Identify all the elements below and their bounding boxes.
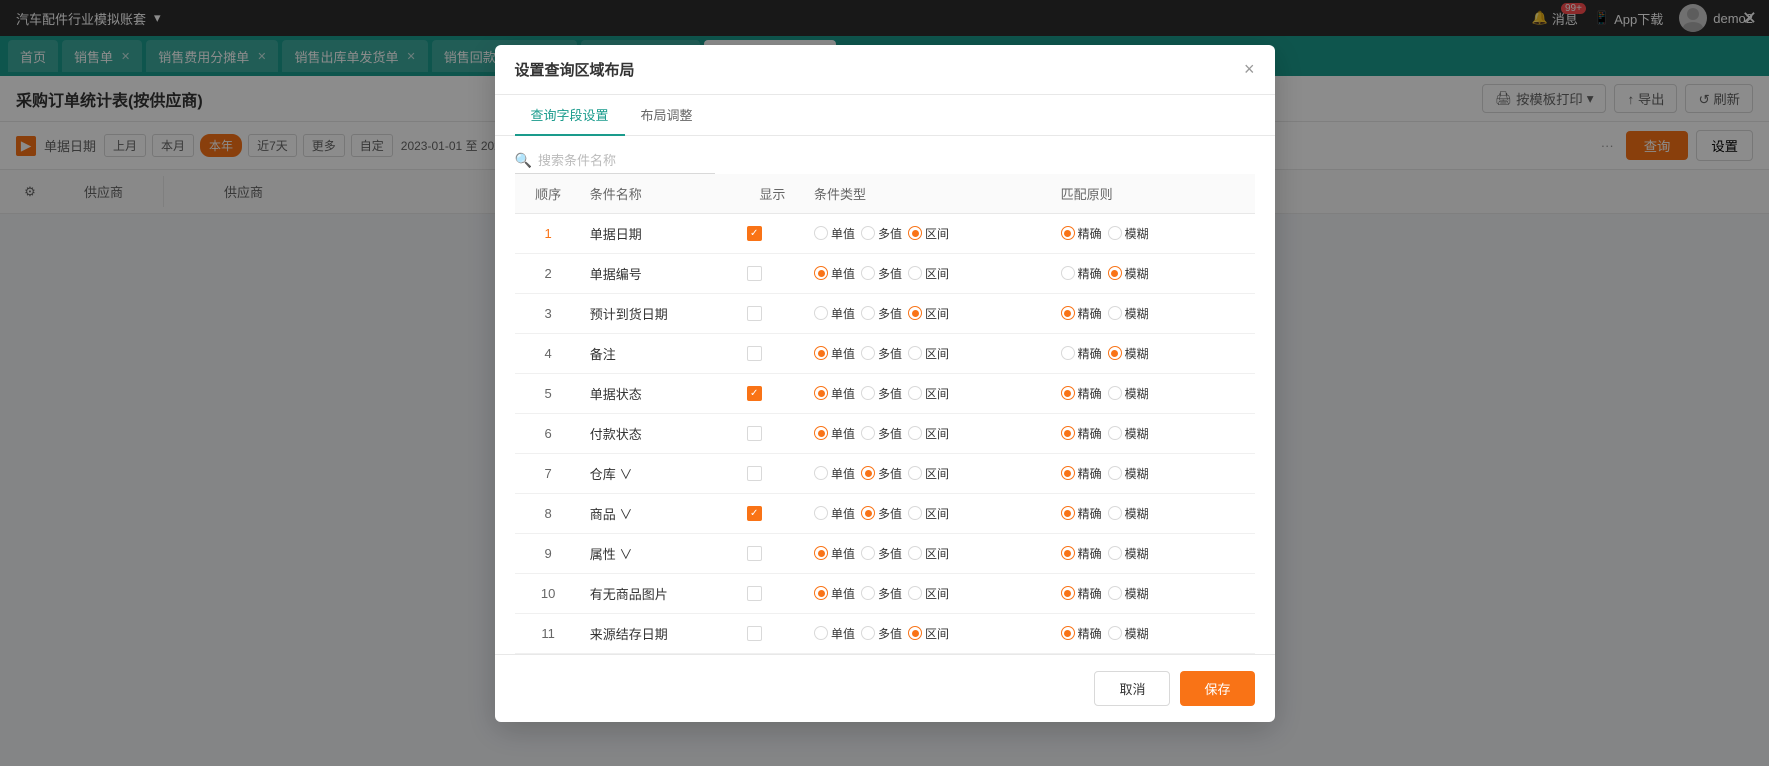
row-order: 7 (515, 453, 582, 493)
row-type: 单值多值区间 (806, 333, 1053, 373)
row-match: 精确模糊 (1053, 453, 1255, 493)
modal-body: 顺序 条件名称 显示 条件类型 匹配原则 1单据日期✓单值多值区间精确模糊2单据… (495, 174, 1275, 654)
row-order: 1 (515, 213, 582, 253)
table-row: 1单据日期✓单值多值区间精确模糊 (515, 213, 1255, 253)
table-row: 6付款状态 单值多值区间精确模糊 (515, 413, 1255, 453)
row-match: 精确模糊 (1053, 493, 1255, 533)
row-name: 预计到货日期 (582, 293, 739, 333)
row-order: 3 (515, 293, 582, 333)
row-display-checkbox[interactable]: ✓ (739, 373, 806, 413)
row-name: 单据日期 (582, 213, 739, 253)
row-order: 11 (515, 613, 582, 653)
row-display-checkbox[interactable] (739, 293, 806, 333)
row-match: 精确模糊 (1053, 373, 1255, 413)
search-input[interactable] (538, 153, 698, 168)
row-display-checkbox[interactable] (739, 253, 806, 293)
row-match: 精确模糊 (1053, 293, 1255, 333)
row-display-checkbox[interactable]: ✓ (739, 213, 806, 253)
conditions-table: 顺序 条件名称 显示 条件类型 匹配原则 1单据日期✓单值多值区间精确模糊2单据… (515, 174, 1255, 654)
row-type: 单值多值区间 (806, 293, 1053, 333)
table-row: 10有无商品图片 单值多值区间精确模糊 (515, 573, 1255, 613)
row-order: 2 (515, 253, 582, 293)
th-name: 条件名称 (582, 174, 739, 214)
modal-tabs: 查询字段设置 布局调整 (495, 95, 1275, 136)
row-name: 有无商品图片 (582, 573, 739, 613)
row-display-checkbox[interactable] (739, 333, 806, 373)
row-match: 精确模糊 (1053, 573, 1255, 613)
row-display-checkbox[interactable] (739, 413, 806, 453)
table-row: 9属性 ∨ 单值多值区间精确模糊 (515, 533, 1255, 573)
th-type: 条件类型 (806, 174, 1053, 214)
search-box: 🔍 (515, 148, 715, 174)
row-display-checkbox[interactable] (739, 613, 806, 653)
row-type: 单值多值区间 (806, 493, 1053, 533)
row-name: 单据状态 (582, 373, 739, 413)
row-match: 精确模糊 (1053, 213, 1255, 253)
row-type: 单值多值区间 (806, 613, 1053, 653)
modal-close-button[interactable]: × (1244, 60, 1255, 78)
table-row: 11来源结存日期 单值多值区间精确模糊 (515, 613, 1255, 653)
table-row: 3预计到货日期 单值多值区间精确模糊 (515, 293, 1255, 333)
modal-search-area: 🔍 (495, 136, 1275, 174)
row-type: 单值多值区间 (806, 453, 1053, 493)
row-match: 精确模糊 (1053, 413, 1255, 453)
row-order: 5 (515, 373, 582, 413)
row-order: 8 (515, 493, 582, 533)
search-icon: 🔍 (515, 152, 532, 169)
row-type: 单值多值区间 (806, 373, 1053, 413)
row-type: 单值多值区间 (806, 213, 1053, 253)
modal-overlay: 设置查询区域布局 × 查询字段设置 布局调整 🔍 顺序 (0, 0, 1769, 766)
row-type: 单值多值区间 (806, 413, 1053, 453)
modal-tab-query-fields[interactable]: 查询字段设置 (515, 95, 625, 136)
row-order: 4 (515, 333, 582, 373)
row-match: 精确模糊 (1053, 333, 1255, 373)
row-type: 单值多值区间 (806, 573, 1053, 613)
row-display-checkbox[interactable]: ✓ (739, 493, 806, 533)
row-name: 商品 ∨ (582, 493, 739, 533)
th-order: 顺序 (515, 174, 582, 214)
row-match: 精确模糊 (1053, 253, 1255, 293)
row-type: 单值多值区间 (806, 253, 1053, 293)
table-row: 7仓库 ∨ 单值多值区间精确模糊 (515, 453, 1255, 493)
table-row: 2单据编号 单值多值区间精确模糊 (515, 253, 1255, 293)
row-match: 精确模糊 (1053, 533, 1255, 573)
row-order: 9 (515, 533, 582, 573)
row-name: 来源结存日期 (582, 613, 739, 653)
modal-footer: 取消 保存 (495, 654, 1275, 722)
settings-modal: 设置查询区域布局 × 查询字段设置 布局调整 🔍 顺序 (495, 45, 1275, 722)
row-display-checkbox[interactable] (739, 573, 806, 613)
table-row: 4备注 单值多值区间精确模糊 (515, 333, 1255, 373)
modal-title: 设置查询区域布局 (515, 59, 635, 80)
row-name: 仓库 ∨ (582, 453, 739, 493)
row-name: 单据编号 (582, 253, 739, 293)
row-name: 备注 (582, 333, 739, 373)
row-type: 单值多值区间 (806, 533, 1053, 573)
row-match: 精确模糊 (1053, 613, 1255, 653)
table-row: 8商品 ∨✓单值多值区间精确模糊 (515, 493, 1255, 533)
row-order: 6 (515, 413, 582, 453)
th-match: 匹配原则 (1053, 174, 1255, 214)
row-display-checkbox[interactable] (739, 533, 806, 573)
save-button[interactable]: 保存 (1180, 671, 1254, 706)
table-row: 5单据状态✓单值多值区间精确模糊 (515, 373, 1255, 413)
row-display-checkbox[interactable] (739, 453, 806, 493)
row-order: 10 (515, 573, 582, 613)
cancel-button[interactable]: 取消 (1094, 671, 1170, 706)
row-name: 付款状态 (582, 413, 739, 453)
row-name: 属性 ∨ (582, 533, 739, 573)
th-display: 显示 (739, 174, 806, 214)
modal-header: 设置查询区域布局 × (495, 45, 1275, 95)
modal-tab-layout[interactable]: 布局调整 (625, 95, 709, 136)
